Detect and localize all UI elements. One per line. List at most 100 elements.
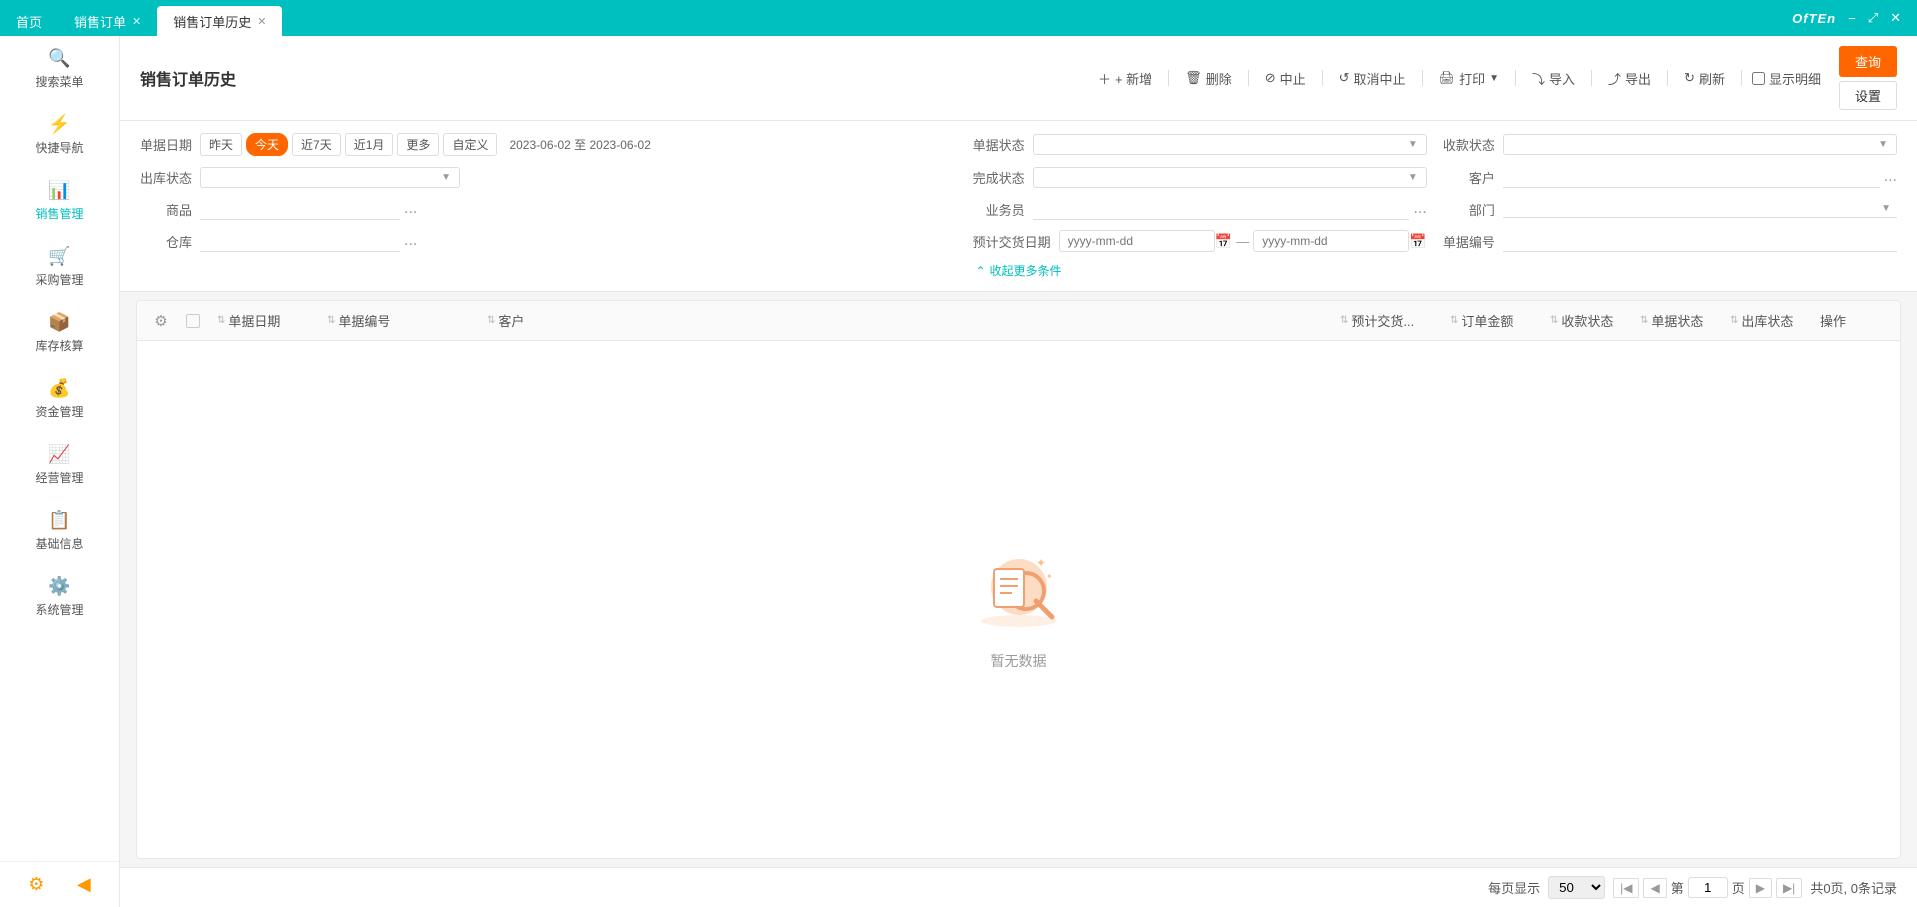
page-number-input[interactable] bbox=[1688, 877, 1728, 898]
delivery-date-end[interactable] bbox=[1253, 230, 1409, 252]
tab-sales-history-close[interactable]: ✕ bbox=[257, 15, 266, 28]
table-header: ⚙ ⇅ 单据日期 ⇅ 单据编号 ⇅ 客户 ⇅ bbox=[137, 301, 1900, 341]
main-layout: 🔍 搜索菜单 ⚡ 快捷导航 📊 销售管理 🛒 采购管理 📦 库存核算 💰 资金管… bbox=[0, 36, 1917, 907]
filter-out-status: 出库状态 ▼ bbox=[140, 167, 973, 188]
sep6 bbox=[1591, 70, 1592, 86]
sort-date-icon[interactable]: ⇅ bbox=[217, 315, 225, 326]
date-group: 昨天 今天 近7天 近1月 更多 自定义 2023-06-02 至 2023-0… bbox=[200, 133, 651, 156]
first-page-button[interactable]: |◀ bbox=[1613, 878, 1639, 898]
last-page-button[interactable]: ▶| bbox=[1776, 878, 1802, 898]
top-bar: 首页 销售订单 ✕ 销售订单历史 ✕ OfTEn − ⤢ ✕ bbox=[0, 0, 1917, 36]
filter-payment-status: 收款状态 ▼ bbox=[1443, 134, 1897, 155]
sidebar-item-sales-label: 销售管理 bbox=[35, 205, 83, 222]
date-btn-yesterday[interactable]: 昨天 bbox=[200, 133, 242, 156]
cancel-stop-button[interactable]: ↺ 取消中止 bbox=[1333, 66, 1412, 91]
department-select[interactable]: ▼ bbox=[1503, 200, 1897, 218]
tab-home[interactable]: 首页 bbox=[0, 6, 58, 36]
salesperson-ellipsis[interactable]: ... bbox=[1413, 200, 1426, 218]
per-page-select[interactable]: 50 20 100 bbox=[1548, 876, 1605, 899]
sep1 bbox=[1168, 70, 1169, 86]
sidebar-item-sales[interactable]: 📊 销售管理 bbox=[0, 168, 119, 234]
warehouse-ellipsis[interactable]: ... bbox=[404, 232, 417, 250]
date-btn-7days[interactable]: 近7天 bbox=[292, 133, 341, 156]
prev-page-button[interactable]: ◀ bbox=[1643, 878, 1666, 898]
salesperson-input[interactable] bbox=[1033, 198, 1410, 220]
next-page-button[interactable]: ▶ bbox=[1749, 878, 1772, 898]
refresh-button[interactable]: ↻ 刷新 bbox=[1678, 66, 1731, 91]
sort-customer-icon[interactable]: ⇅ bbox=[487, 315, 495, 326]
calendar-end-icon[interactable]: 📅 bbox=[1409, 233, 1426, 250]
filter-date: 单据日期 昨天 今天 近7天 近1月 更多 自定义 2023-06-02 至 2… bbox=[140, 133, 973, 156]
goods-input[interactable] bbox=[200, 198, 400, 220]
tab-sales-order[interactable]: 销售订单 ✕ bbox=[58, 6, 157, 36]
tab-sales-order-close[interactable]: ✕ bbox=[132, 15, 141, 28]
import-button[interactable]: ⤵ 导入 bbox=[1526, 66, 1581, 91]
select-all-checkbox[interactable] bbox=[186, 314, 200, 328]
print-label: 打印 bbox=[1459, 69, 1485, 88]
sidebar-item-purchase[interactable]: 🛒 采购管理 bbox=[0, 234, 119, 300]
sort-number-icon[interactable]: ⇅ bbox=[327, 315, 335, 326]
th-delivery-label: 预计交货... bbox=[1351, 311, 1414, 330]
print-button[interactable]: 🖨 打印 ▼ bbox=[1433, 66, 1505, 91]
customer-ellipsis[interactable]: ... bbox=[1884, 168, 1897, 186]
delivery-date-start[interactable] bbox=[1059, 230, 1215, 252]
sidebar-item-base-info[interactable]: 📋 基础信息 bbox=[0, 498, 119, 564]
new-button[interactable]: ＋ + 新增 bbox=[1092, 66, 1158, 91]
sort-amount-icon[interactable]: ⇅ bbox=[1450, 315, 1458, 326]
top-bar-right: OfTEn − ⤢ ✕ bbox=[1792, 10, 1917, 26]
sep8 bbox=[1741, 70, 1742, 86]
sidebar-item-search-menu[interactable]: 🔍 搜索菜单 bbox=[0, 36, 119, 102]
th-pay-status: ⇅ 收款状态 bbox=[1542, 311, 1632, 330]
display-detail-checkbox[interactable] bbox=[1752, 72, 1765, 85]
sidebar-item-operations-label: 经营管理 bbox=[35, 469, 83, 486]
payment-status-arrow-icon: ▼ bbox=[1878, 139, 1888, 150]
complete-status-select[interactable]: ▼ bbox=[1033, 167, 1427, 188]
order-number-label: 单据编号 bbox=[1443, 232, 1503, 251]
delete-icon: 🗑 bbox=[1185, 70, 1202, 86]
import-label: 导入 bbox=[1549, 69, 1575, 88]
sidebar-item-capital[interactable]: 💰 资金管理 bbox=[0, 366, 119, 432]
sidebar-settings-icon[interactable]: ⚙ bbox=[28, 874, 44, 895]
order-status-select[interactable]: ▼ bbox=[1033, 134, 1427, 155]
sidebar-item-sys-mgmt[interactable]: ⚙️ 系统管理 bbox=[0, 564, 119, 630]
date-btn-1month[interactable]: 近1月 bbox=[345, 133, 394, 156]
goods-ellipsis[interactable]: ... bbox=[404, 200, 417, 218]
table-body: ✦ ✦ 暂无数据 bbox=[137, 341, 1900, 858]
sidebar-collapse-icon[interactable]: ◀ bbox=[77, 874, 91, 895]
query-button[interactable]: 查询 bbox=[1839, 46, 1897, 77]
payment-status-select[interactable]: ▼ bbox=[1503, 134, 1897, 155]
empty-text: 暂无数据 bbox=[991, 651, 1047, 671]
delete-button[interactable]: 🗑 删除 bbox=[1179, 66, 1238, 91]
export-button[interactable]: ⤴ 导出 bbox=[1602, 66, 1657, 91]
collapse-button[interactable]: ⌃ 收起更多条件 bbox=[975, 262, 1061, 279]
out-status-select[interactable]: ▼ bbox=[200, 167, 460, 188]
date-btn-more[interactable]: 更多 bbox=[397, 133, 439, 156]
filter-order-status: 单据状态 ▼ bbox=[973, 134, 1427, 155]
calendar-start-icon[interactable]: 📅 bbox=[1215, 233, 1232, 250]
tab-sales-history[interactable]: 销售订单历史 ✕ bbox=[157, 6, 282, 36]
sort-order-icon[interactable]: ⇅ bbox=[1640, 315, 1648, 326]
per-page-label: 每页显示 bbox=[1488, 878, 1540, 897]
window-close[interactable]: ✕ bbox=[1890, 10, 1901, 26]
date-btn-today[interactable]: 今天 bbox=[246, 133, 288, 156]
customer-input[interactable] bbox=[1503, 166, 1880, 188]
sort-pay-icon[interactable]: ⇅ bbox=[1550, 315, 1558, 326]
date-label: 单据日期 bbox=[140, 135, 200, 154]
import-icon: ⤵ bbox=[1532, 69, 1545, 88]
window-minimize[interactable]: − bbox=[1848, 11, 1856, 26]
sort-delivery-icon[interactable]: ⇅ bbox=[1340, 315, 1348, 326]
sidebar-item-quick-nav[interactable]: ⚡ 快捷导航 bbox=[0, 102, 119, 168]
date-btn-custom[interactable]: 自定义 bbox=[443, 133, 497, 156]
table-settings-icon[interactable]: ⚙ bbox=[154, 312, 167, 330]
page-title: 销售订单历史 bbox=[140, 66, 236, 90]
pagination: 每页显示 50 20 100 |◀ ◀ 第 页 ▶ ▶| 共0页, 0条记录 bbox=[120, 867, 1917, 907]
sort-out-icon[interactable]: ⇅ bbox=[1730, 315, 1738, 326]
warehouse-input[interactable] bbox=[200, 230, 400, 252]
settings-button[interactable]: 设置 bbox=[1839, 81, 1897, 110]
sidebar-item-inventory[interactable]: 📦 库存核算 bbox=[0, 300, 119, 366]
order-number-input[interactable] bbox=[1503, 230, 1897, 252]
window-maximize[interactable]: ⤢ bbox=[1868, 10, 1878, 26]
filter-row-1: 单据日期 昨天 今天 近7天 近1月 更多 自定义 2023-06-02 至 2… bbox=[140, 133, 1897, 156]
stop-button[interactable]: ⊘ 中止 bbox=[1259, 66, 1312, 91]
sidebar-item-operations[interactable]: 📈 经营管理 bbox=[0, 432, 119, 498]
